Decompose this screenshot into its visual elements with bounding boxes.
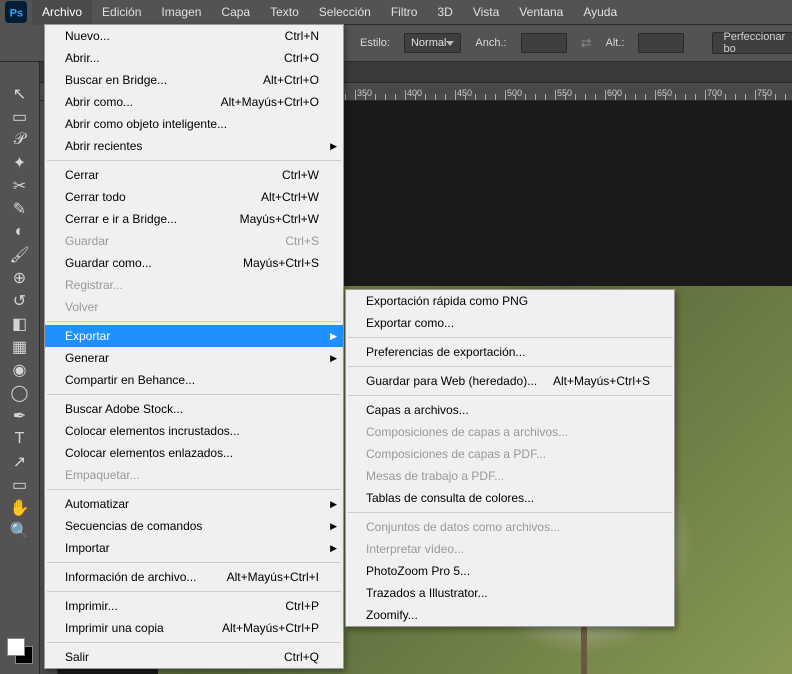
submenu-arrow-icon: ▶ [330, 353, 337, 364]
blur-tool[interactable]: ◉ [7, 359, 33, 381]
export-menu-item[interactable]: Preferencias de exportación... [346, 341, 674, 363]
file-menu-item: Empaquetar... [45, 464, 343, 486]
tools-panel: ↖▭𝒫✦✂✎◐🖌⊕↺◧▦◉◯✒T↗▭✋🔍 [0, 62, 40, 674]
file-menu-item[interactable]: Secuencias de comandos▶ [45, 515, 343, 537]
submenu-arrow-icon: ▶ [330, 543, 337, 554]
estilo-value: Normal [411, 37, 446, 49]
file-menu-item[interactable]: Información de archivo...Alt+Mayús+Ctrl+… [45, 566, 343, 588]
alt-input[interactable] [638, 33, 684, 53]
file-menu-item[interactable]: CerrarCtrl+W [45, 164, 343, 186]
menu-vista[interactable]: Vista [463, 0, 509, 25]
menu-archivo[interactable]: Archivo [32, 0, 92, 25]
path-tool[interactable]: ↗ [7, 451, 33, 473]
export-menu-item: Composiciones de capas a PDF... [346, 443, 674, 465]
file-menu-item[interactable]: Abrir...Ctrl+O [45, 47, 343, 69]
export-menu-item: Interpretar vídeo... [346, 538, 674, 560]
gradient-tool[interactable]: ▦ [7, 336, 33, 358]
menu-edición[interactable]: Edición [92, 0, 151, 25]
file-menu-dropdown: Nuevo...Ctrl+NAbrir...Ctrl+OBuscar en Br… [44, 24, 344, 669]
perfeccionar-button[interactable]: Perfeccionar bo [712, 32, 792, 54]
history-tool[interactable]: ↺ [7, 290, 33, 312]
file-menu-item[interactable]: Imprimir una copiaAlt+Mayús+Ctrl+P [45, 617, 343, 639]
menu-imagen[interactable]: Imagen [151, 0, 211, 25]
brush-tool[interactable]: 🖌 [7, 244, 33, 266]
zoom-tool[interactable]: 🔍 [7, 520, 33, 542]
lasso-tool[interactable]: 𝒫 [7, 129, 33, 151]
submenu-arrow-icon: ▶ [330, 141, 337, 152]
file-menu-item[interactable]: Importar▶ [45, 537, 343, 559]
export-menu-item[interactable]: Guardar para Web (heredado)...Alt+Mayús+… [346, 370, 674, 392]
export-menu-item: Conjuntos de datos como archivos... [346, 516, 674, 538]
file-menu-item[interactable]: Abrir recientes▶ [45, 135, 343, 157]
crop-tool[interactable]: ✂ [7, 175, 33, 197]
svg-text:Ps: Ps [10, 8, 23, 20]
eraser-tool[interactable]: ◧ [7, 313, 33, 335]
pen-tool[interactable]: ✒ [7, 405, 33, 427]
file-menu-item[interactable]: Imprimir...Ctrl+P [45, 595, 343, 617]
file-menu-item: Volver [45, 296, 343, 318]
file-menu-item[interactable]: Generar▶ [45, 347, 343, 369]
file-menu-item[interactable]: Abrir como...Alt+Mayús+Ctrl+O [45, 91, 343, 113]
menu-ventana[interactable]: Ventana [509, 0, 573, 25]
hand-tool[interactable]: ✋ [7, 497, 33, 519]
file-menu-item[interactable]: Compartir en Behance... [45, 369, 343, 391]
shape-tool[interactable]: ▭ [7, 474, 33, 496]
wand-tool[interactable]: ✦ [7, 152, 33, 174]
export-menu-item: Composiciones de capas a archivos... [346, 421, 674, 443]
file-menu-item[interactable]: Cerrar todoAlt+Ctrl+W [45, 186, 343, 208]
file-menu-item[interactable]: Guardar como...Mayús+Ctrl+S [45, 252, 343, 274]
file-menu-item[interactable]: Exportar▶ [45, 325, 343, 347]
menubar: ArchivoEdiciónImagenCapaTextoSelecciónFi… [32, 0, 627, 25]
file-menu-item: GuardarCtrl+S [45, 230, 343, 252]
dodge-tool[interactable]: ◯ [7, 382, 33, 404]
anch-label: Anch.: [475, 37, 506, 49]
menu-filtro[interactable]: Filtro [381, 0, 428, 25]
export-submenu-dropdown: Exportación rápida como PNGExportar como… [345, 289, 675, 627]
move-tool[interactable]: ↖ [7, 83, 33, 105]
menu-texto[interactable]: Texto [260, 0, 309, 25]
type-tool[interactable]: T [7, 428, 33, 450]
menu-3d[interactable]: 3D [427, 0, 462, 25]
anch-input[interactable] [521, 33, 567, 53]
estilo-label: Estilo: [360, 37, 390, 49]
alt-label: Alt.: [606, 37, 625, 49]
file-menu-item[interactable]: SalirCtrl+Q [45, 646, 343, 668]
file-menu-item[interactable]: Buscar Adobe Stock... [45, 398, 343, 420]
export-menu-item[interactable]: Zoomify... [346, 604, 674, 626]
heal-tool[interactable]: ◐ [7, 221, 33, 243]
file-menu-item: Registrar... [45, 274, 343, 296]
file-menu-item[interactable]: Colocar elementos incrustados... [45, 420, 343, 442]
submenu-arrow-icon: ▶ [330, 331, 337, 342]
stamp-tool[interactable]: ⊕ [7, 267, 33, 289]
export-menu-item: Mesas de trabajo a PDF... [346, 465, 674, 487]
menu-ayuda[interactable]: Ayuda [573, 0, 627, 25]
eyedropper-tool[interactable]: ✎ [7, 198, 33, 220]
foreground-color[interactable] [7, 638, 25, 656]
file-menu-item[interactable]: Cerrar e ir a Bridge...Mayús+Ctrl+W [45, 208, 343, 230]
file-menu-item[interactable]: Nuevo...Ctrl+N [45, 25, 343, 47]
estilo-select[interactable]: Normal [404, 33, 461, 53]
file-menu-item[interactable]: Colocar elementos enlazados... [45, 442, 343, 464]
chevron-down-icon [446, 41, 454, 46]
file-menu-item[interactable]: Automatizar▶ [45, 493, 343, 515]
color-swatch[interactable] [7, 638, 33, 664]
submenu-arrow-icon: ▶ [330, 521, 337, 532]
export-menu-item[interactable]: Capas a archivos... [346, 399, 674, 421]
app-top-bar: Ps ArchivoEdiciónImagenCapaTextoSelecció… [0, 0, 792, 25]
export-menu-item[interactable]: Tablas de consulta de colores... [346, 487, 674, 509]
marquee-tool[interactable]: ▭ [7, 106, 33, 128]
export-menu-item[interactable]: Exportar como... [346, 312, 674, 334]
file-menu-item[interactable]: Buscar en Bridge...Alt+Ctrl+O [45, 69, 343, 91]
swap-icon[interactable]: ⇄ [581, 35, 592, 51]
export-menu-item[interactable]: Exportación rápida como PNG [346, 290, 674, 312]
ps-logo: Ps [0, 0, 32, 25]
menu-selección[interactable]: Selección [309, 0, 381, 25]
submenu-arrow-icon: ▶ [330, 499, 337, 510]
menu-capa[interactable]: Capa [211, 0, 260, 25]
file-menu-item[interactable]: Abrir como objeto inteligente... [45, 113, 343, 135]
export-menu-item[interactable]: Trazados a Illustrator... [346, 582, 674, 604]
export-menu-item[interactable]: PhotoZoom Pro 5... [346, 560, 674, 582]
